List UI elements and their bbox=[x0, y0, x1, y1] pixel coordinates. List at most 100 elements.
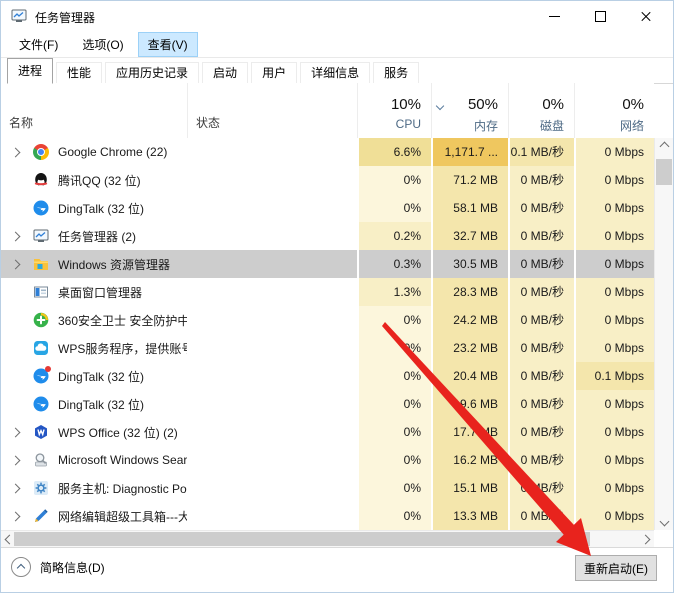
scroll-up-button[interactable] bbox=[655, 138, 673, 155]
network-cell: 0.1 Mbps bbox=[574, 362, 654, 390]
process-name-cell: Windows 资源管理器 bbox=[1, 250, 187, 278]
network-cell: 0 Mbps bbox=[574, 418, 654, 446]
process-row[interactable]: DingTalk (32 位) 0% 19.6 MB 0 MB/秒 0 Mbps bbox=[1, 390, 654, 418]
process-status-cell bbox=[187, 334, 357, 362]
tab-details[interactable]: 详细信息 bbox=[300, 62, 371, 83]
tab-users[interactable]: 用户 bbox=[251, 62, 298, 83]
expand-chevron-icon[interactable] bbox=[9, 511, 21, 521]
expand-chevron-icon[interactable] bbox=[9, 483, 21, 493]
memory-cell: 32.7 MB bbox=[431, 222, 508, 250]
tab-app-history[interactable]: 应用历史记录 bbox=[105, 62, 200, 83]
memory-cell: 28.3 MB bbox=[431, 278, 508, 306]
restart-button[interactable]: 重新启动(E) bbox=[575, 555, 657, 581]
tab-services[interactable]: 服务 bbox=[373, 62, 420, 83]
disk-cell: 0 MB/秒 bbox=[508, 390, 574, 418]
process-row[interactable]: 360安全卫士 安全防护中心模块... 0%24.2 MB0 MB/秒0 Mbps bbox=[1, 306, 654, 334]
wpscloud-icon bbox=[33, 340, 49, 356]
maximize-button[interactable] bbox=[577, 1, 623, 31]
process-name-cell: DingTalk (32 位) bbox=[1, 390, 187, 418]
expand-chevron-icon[interactable] bbox=[9, 259, 21, 269]
network-cell: 0 Mbps bbox=[574, 138, 654, 166]
menu-options[interactable]: 选项(O) bbox=[72, 32, 133, 57]
disk-total: 0% bbox=[542, 96, 564, 113]
process-row[interactable]: 服务主机: Diagnostic Policy S...0%15.1 MB0 M… bbox=[1, 474, 654, 502]
minimize-button[interactable] bbox=[531, 1, 577, 31]
process-name: DingTalk (32 位) bbox=[58, 397, 145, 412]
close-button[interactable] bbox=[623, 1, 669, 31]
memory-cell: 1,171.7 ... bbox=[431, 138, 508, 166]
column-header-network[interactable]: 0% 网络 bbox=[574, 83, 654, 138]
horizontal-scrollbar-thumb[interactable] bbox=[14, 532, 590, 546]
chevron-up-icon bbox=[659, 141, 669, 152]
process-row[interactable]: DingTalk (32 位) 0% 20.4 MB 0 MB/秒 0.1 Mbps bbox=[1, 362, 654, 390]
memory-cell: 20.4 MB bbox=[431, 362, 508, 390]
minimize-icon bbox=[548, 15, 560, 17]
process-status-cell bbox=[187, 474, 357, 502]
memory-cell: 17.7 MB bbox=[431, 418, 508, 446]
chevron-right-icon bbox=[640, 534, 651, 544]
memory-label: 内存 bbox=[473, 119, 498, 133]
process-row[interactable]: WPS服务程序，提供账号登录... 0%23.2 MB0 MB/秒0 Mbps bbox=[1, 334, 654, 362]
horizontal-scrollbar[interactable] bbox=[1, 530, 654, 547]
tab-strip: 进程 性能 应用历史记录 启动 用户 详细信息 服务 bbox=[1, 58, 673, 84]
fewer-details-toggle[interactable]: 简略信息(D) bbox=[11, 557, 105, 577]
process-row[interactable]: Google Chrome (22) 6.6% 1,171.7 ... 0.1 MB/… bbox=[1, 138, 654, 166]
disk-cell: 0 MB/秒 bbox=[508, 194, 574, 222]
menu-file[interactable]: 文件(F) bbox=[9, 32, 68, 57]
tab-processes[interactable]: 进程 bbox=[7, 58, 54, 84]
process-name: DingTalk (32 位) bbox=[58, 369, 145, 384]
dingtalk-badge-icon bbox=[33, 366, 51, 384]
expand-chevron-icon[interactable] bbox=[9, 231, 21, 241]
disk-cell: 0 MB/秒 bbox=[508, 222, 574, 250]
cpu-cell: 0.3% bbox=[357, 250, 431, 278]
memory-cell: 16.2 MB bbox=[431, 446, 508, 474]
process-name-cell: 腾讯QQ (32 位) bbox=[1, 166, 187, 194]
expand-chevron-icon[interactable] bbox=[9, 427, 21, 437]
safe360-icon bbox=[33, 312, 49, 328]
close-icon bbox=[640, 10, 652, 22]
process-name: Windows 资源管理器 bbox=[58, 257, 171, 272]
process-row[interactable]: DingTalk (32 位) 0% 58.1 MB 0 MB/秒 0 Mbps bbox=[1, 194, 654, 222]
column-header-disk[interactable]: 0% 磁盘 bbox=[508, 83, 574, 138]
process-row[interactable]: Windows 资源管理器 0.3% 30.5 MB 0 MB/秒 0 Mbps bbox=[1, 250, 654, 278]
scroll-down-button[interactable] bbox=[655, 513, 673, 530]
process-row[interactable]: Microsoft Windows Search ...0%16.2 MB0 M… bbox=[1, 446, 654, 474]
sort-descending-icon bbox=[435, 101, 445, 111]
column-header-cpu[interactable]: 10% CPU bbox=[357, 83, 431, 138]
disk-cell: 0 MB/秒 bbox=[508, 418, 574, 446]
column-header-name[interactable]: 名称 bbox=[1, 83, 187, 138]
process-row[interactable]: 网络编辑超级工具箱---大海加... 0%13.3 MB0 MB/秒0 Mbps bbox=[1, 502, 654, 530]
scrollbar-corner bbox=[654, 530, 673, 547]
process-row[interactable]: WPS Office (32 位) (2) 0% 17.7 MB 0 MB/秒 0 Mb… bbox=[1, 418, 654, 446]
tab-performance[interactable]: 性能 bbox=[56, 62, 103, 83]
pencil-icon bbox=[33, 508, 49, 524]
process-name-cell: Microsoft Windows Search ... bbox=[1, 446, 187, 474]
scroll-right-button[interactable] bbox=[637, 531, 654, 547]
process-row[interactable]: 任务管理器 (2) 0.2% 32.7 MB 0 MB/秒 0 Mbps bbox=[1, 222, 654, 250]
expand-chevron-icon[interactable] bbox=[9, 147, 21, 157]
column-header-status[interactable]: 状态 bbox=[187, 83, 357, 138]
process-name-cell: Google Chrome (22) bbox=[1, 138, 187, 166]
task-manager-window: 任务管理器 文件(F) 选项(O) 查看(V) 进程 性能 应用历史记录 启动 … bbox=[0, 0, 674, 593]
cpu-cell: 1.3% bbox=[357, 278, 431, 306]
vertical-scrollbar[interactable] bbox=[654, 138, 673, 530]
cpu-total: 10% bbox=[390, 96, 421, 113]
menu-view[interactable]: 查看(V) bbox=[137, 31, 198, 57]
tab-startup[interactable]: 启动 bbox=[202, 62, 249, 83]
dingtalk-icon bbox=[33, 200, 49, 216]
network-cell: 0 Mbps bbox=[574, 306, 654, 334]
qq-icon bbox=[33, 172, 49, 188]
disk-cell: 0.1 MB/秒 bbox=[508, 138, 574, 166]
process-row[interactable]: 腾讯QQ (32 位) 0% 71.2 MB 0 MB/秒 0 Mbps bbox=[1, 166, 654, 194]
process-name: Google Chrome (22) bbox=[58, 145, 168, 159]
vertical-scrollbar-thumb[interactable] bbox=[656, 159, 672, 185]
expand-chevron-icon[interactable] bbox=[9, 455, 21, 465]
network-cell: 0 Mbps bbox=[574, 250, 654, 278]
process-name-cell: DingTalk (32 位) bbox=[1, 194, 187, 222]
process-name: 服务主机: Diagnostic Policy S... bbox=[58, 481, 187, 496]
column-header-memory[interactable]: 50% 内存 bbox=[431, 83, 508, 138]
process-status-cell bbox=[187, 446, 357, 474]
network-cell: 0 Mbps bbox=[574, 194, 654, 222]
process-row[interactable]: 桌面窗口管理器 1.3% 28.3 MB 0 MB/秒 0 Mbps bbox=[1, 278, 654, 306]
cpu-cell: 0% bbox=[357, 306, 431, 334]
